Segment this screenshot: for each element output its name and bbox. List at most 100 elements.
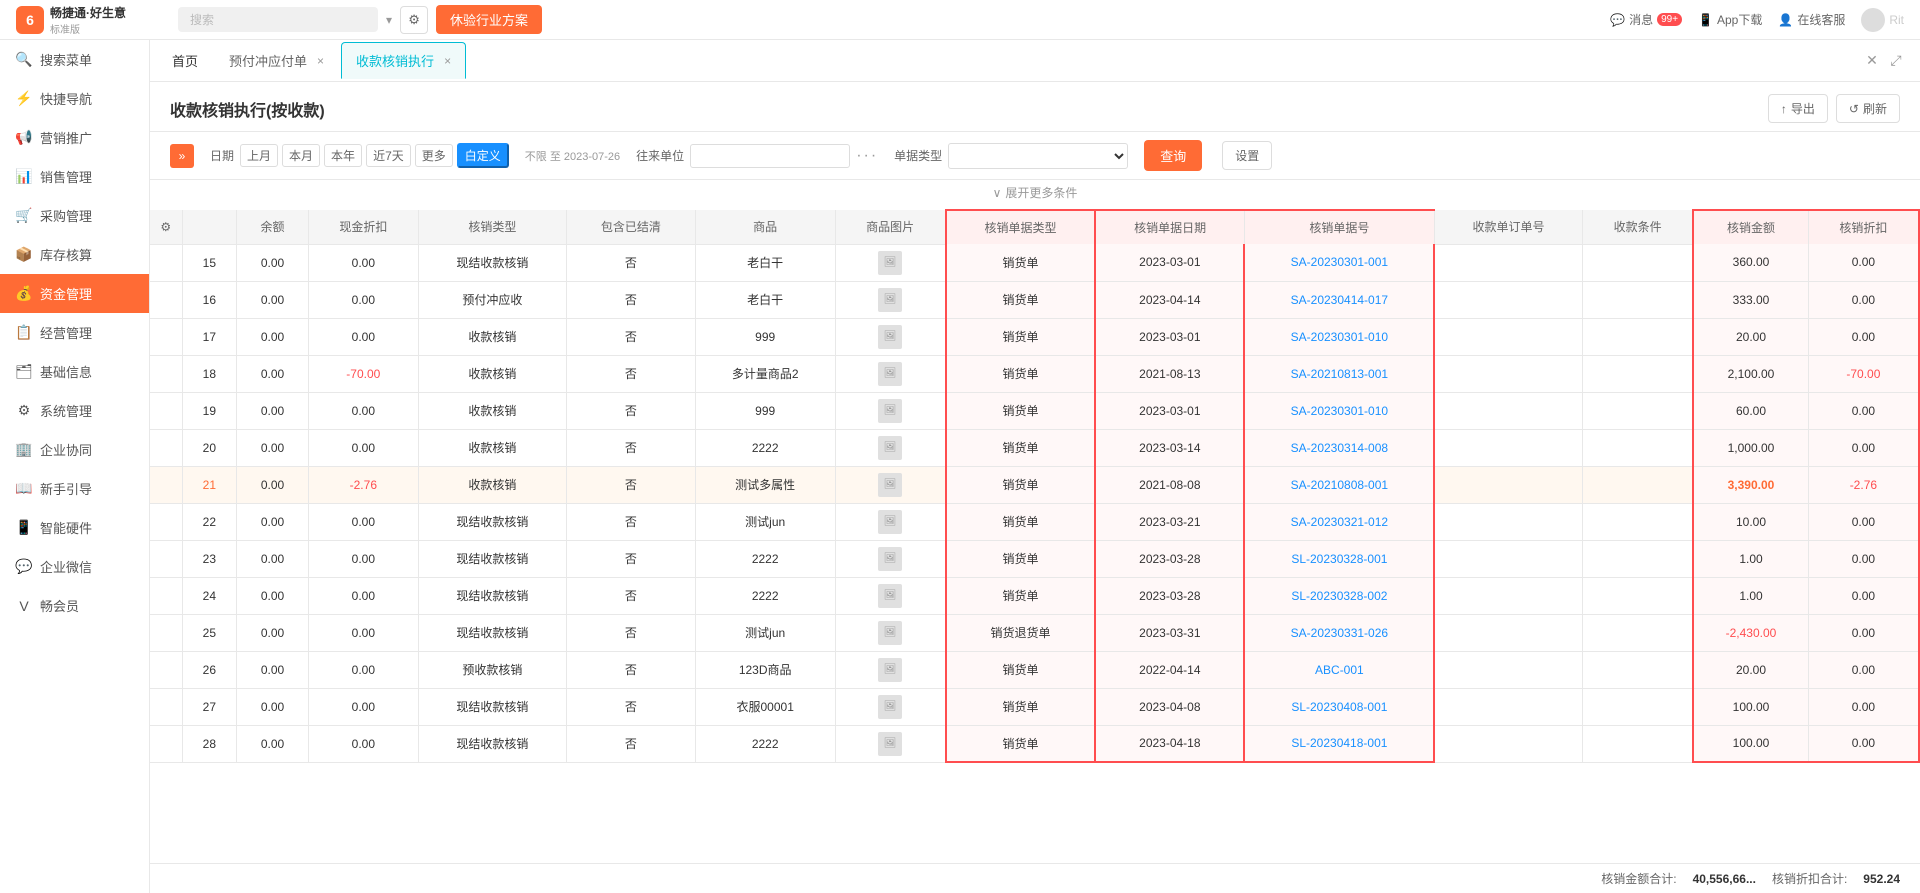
- td-included-settled: 否: [566, 614, 695, 651]
- td-writeoff-amount: 360.00: [1693, 244, 1808, 281]
- td-product-image: 🖼: [835, 466, 946, 503]
- bill-no-link[interactable]: SA-20230301-010: [1291, 330, 1388, 344]
- td-rownum: 27: [182, 688, 237, 725]
- refresh-icon: ↺: [1849, 102, 1859, 116]
- bill-no-link[interactable]: SA-20230314-008: [1291, 441, 1388, 455]
- td-writeoff-discount: 0.00: [1808, 614, 1919, 651]
- date-custom-btn[interactable]: 白定义: [457, 143, 509, 168]
- td-balance: 0.00: [237, 244, 309, 281]
- bill-no-link[interactable]: SL-20230418-001: [1291, 736, 1387, 750]
- gear-settings-btn[interactable]: ⚙: [400, 6, 428, 34]
- filter-bar: » 日期 上月 本月 本年 近7天 更多 白定义 不限 至 2023-07-26: [150, 132, 1920, 180]
- td-writeoff-discount: 0.00: [1808, 577, 1919, 614]
- date-btn-this-month[interactable]: 本月: [282, 144, 320, 167]
- td-rownum: 16: [182, 281, 237, 318]
- top-bar: 6 畅捷通·好生意 标准版 搜索 ▾ ⚙ 休验行业方案 💬 消息 99+ 📱 A…: [0, 0, 1920, 40]
- th-payment-terms: 收款条件: [1583, 210, 1694, 244]
- th-writeoff-amount: 核销金额: [1693, 210, 1808, 244]
- td-bill-date: 2023-03-31: [1095, 614, 1244, 651]
- sidebar-item-member[interactable]: V 畅会员: [0, 586, 149, 625]
- bill-no-link[interactable]: SA-20230321-012: [1291, 515, 1388, 529]
- sidebar-item-purchase[interactable]: 🛒 采购管理: [0, 196, 149, 235]
- tab-collection-writeoff-close[interactable]: ×: [444, 54, 451, 68]
- sidebar-item-smarthw[interactable]: 📱 智能硬件: [0, 508, 149, 547]
- sidebar-item-sales[interactable]: 📊 销售管理: [0, 157, 149, 196]
- sidebar-item-guide[interactable]: 📖 新手引导: [0, 469, 149, 508]
- date-btn-more[interactable]: 更多: [415, 144, 453, 167]
- sidebar-label-guide: 新手引导: [40, 479, 92, 498]
- page-header: 收款核销执行(按收款) ↑ 导出 ↺ 刷新: [150, 82, 1920, 132]
- sidebar-item-wechat[interactable]: 💬 企业微信: [0, 547, 149, 586]
- filter-settings-btn[interactable]: 设置: [1222, 141, 1272, 170]
- sidebar-item-enterprise[interactable]: 🏢 企业协同: [0, 430, 149, 469]
- bill-no-link[interactable]: SA-20230301-001: [1291, 255, 1388, 269]
- date-btn-this-year[interactable]: 本年: [324, 144, 362, 167]
- td-bill-no: SL-20230328-002: [1244, 577, 1434, 614]
- date-btn-last-month[interactable]: 上月: [240, 144, 278, 167]
- bill-no-link[interactable]: SL-20230408-001: [1291, 700, 1387, 714]
- bill-no-link[interactable]: SA-20210808-001: [1291, 478, 1388, 492]
- bill-no-link[interactable]: SL-20230328-002: [1291, 589, 1387, 603]
- bill-no-link[interactable]: SA-20230301-010: [1291, 404, 1388, 418]
- refresh-btn[interactable]: ↺ 刷新: [1836, 94, 1900, 123]
- sidebar-item-quicknav[interactable]: ⚡ 快捷导航: [0, 79, 149, 118]
- dropdown-arrow-icon: ▾: [386, 13, 392, 27]
- sidebar-item-finance[interactable]: 💰 资金管理: [0, 274, 149, 313]
- td-settings: [150, 244, 182, 281]
- tab-prepay-close[interactable]: ×: [317, 54, 324, 68]
- td-bill-type: 销货单: [946, 503, 1096, 540]
- td-writeoff-type: 现结收款核销: [418, 725, 566, 762]
- export-btn[interactable]: ↑ 导出: [1768, 94, 1828, 123]
- td-bill-type: 销货单: [946, 577, 1096, 614]
- td-collection-order-no: [1434, 577, 1582, 614]
- industry-btn[interactable]: 休验行业方案: [436, 5, 542, 34]
- td-cash-discount: 0.00: [308, 244, 418, 281]
- export-icon: ↑: [1781, 102, 1787, 116]
- date-label: 日期: [210, 147, 234, 164]
- td-balance: 0.00: [237, 503, 309, 540]
- table-row: 220.000.00现结收款核销否测试jun🖼销货单2023-03-21SA-2…: [150, 503, 1919, 540]
- td-balance: 0.00: [237, 688, 309, 725]
- page-actions: ↑ 导出 ↺ 刷新: [1768, 94, 1900, 123]
- bill-no-link[interactable]: SA-20230414-017: [1291, 293, 1388, 307]
- sidebar-item-inventory[interactable]: 📦 库存核算: [0, 235, 149, 274]
- bill-type-select[interactable]: [948, 143, 1128, 169]
- td-cash-discount: -2.76: [308, 466, 418, 503]
- online-service-btn[interactable]: 👤 在线客服: [1778, 11, 1845, 28]
- sidebar-item-operations[interactable]: 📋 经营管理: [0, 313, 149, 352]
- sidebar-item-search[interactable]: 🔍 搜索菜单: [0, 40, 149, 79]
- bill-no-link[interactable]: ABC-001: [1315, 663, 1364, 677]
- sidebar-label-baseinfo: 基础信息: [40, 362, 92, 381]
- td-product-image: 🖼: [835, 503, 946, 540]
- tab-collection-writeoff[interactable]: 收款核销执行 ×: [341, 42, 466, 79]
- td-settings: [150, 318, 182, 355]
- filter-expand-btn[interactable]: »: [170, 144, 194, 168]
- notification-area[interactable]: 💬 消息 99+: [1610, 11, 1682, 28]
- bill-no-link[interactable]: SL-20230328-001: [1291, 552, 1387, 566]
- td-included-settled: 否: [566, 281, 695, 318]
- sidebar-item-marketing[interactable]: 📢 营销推广: [0, 118, 149, 157]
- bill-no-link[interactable]: SA-20210813-001: [1291, 367, 1388, 381]
- maximize-window-btn[interactable]: ⤢: [1888, 53, 1904, 69]
- tab-home[interactable]: 首页: [158, 43, 212, 78]
- date-btn-7days[interactable]: 近7天: [366, 144, 411, 167]
- sidebar-item-baseinfo[interactable]: 🗂 基础信息: [0, 352, 149, 391]
- table-row: 210.00-2.76收款核销否测试多属性🖼销货单2021-08-08SA-20…: [150, 466, 1919, 503]
- td-included-settled: 否: [566, 392, 695, 429]
- sidebar-item-system[interactable]: ⚙ 系统管理: [0, 391, 149, 430]
- app-download-btn[interactable]: 📱 App下载: [1698, 11, 1762, 28]
- bill-no-link[interactable]: SA-20230331-026: [1291, 626, 1388, 640]
- expand-more-btn[interactable]: ∨ 展开更多条件: [993, 184, 1078, 201]
- tab-collection-writeoff-label: 收款核销执行: [356, 51, 434, 70]
- sidebar-label-quicknav: 快捷导航: [40, 89, 92, 108]
- from-unit-input[interactable]: [690, 144, 850, 168]
- query-btn[interactable]: 查询: [1144, 140, 1202, 171]
- close-window-btn[interactable]: ✕: [1864, 53, 1880, 69]
- td-bill-date: 2023-04-18: [1095, 725, 1244, 762]
- data-table: ⚙ 余额 现金折扣 核销类型 包含已结清 商品 商品图片 核销单据类型 核销单据…: [150, 209, 1920, 763]
- td-included-settled: 否: [566, 503, 695, 540]
- tab-prepay[interactable]: 预付冲应付单 ×: [214, 42, 339, 79]
- th-settings[interactable]: ⚙: [150, 210, 182, 244]
- td-writeoff-type: 现结收款核销: [418, 244, 566, 281]
- enterprise-icon: 🏢: [16, 442, 32, 458]
